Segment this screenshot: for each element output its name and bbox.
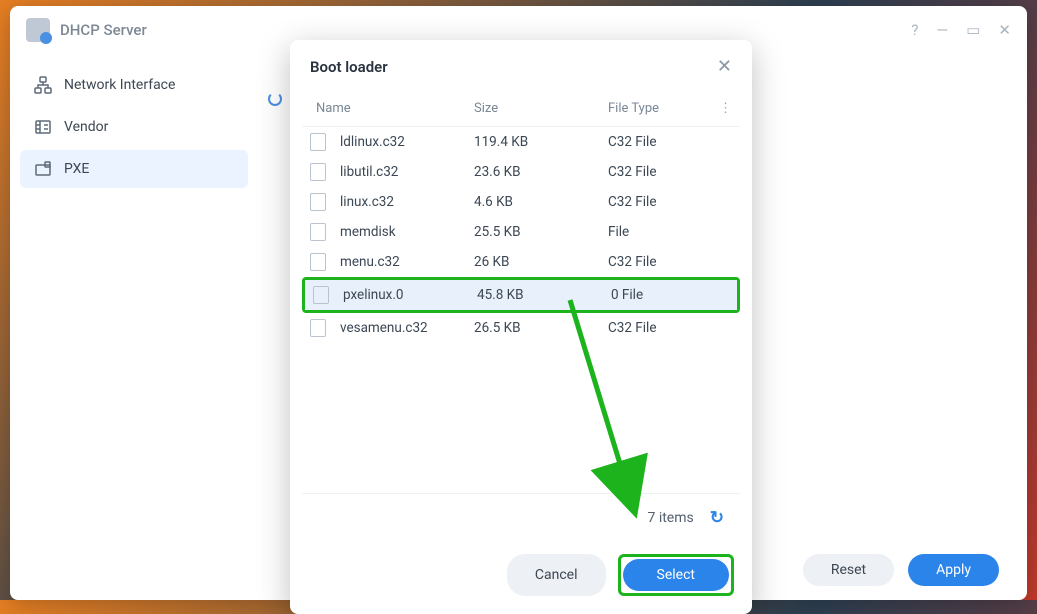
file-size: 23.6 KB	[474, 164, 608, 180]
dialog-header: Boot loader ✕	[290, 40, 752, 91]
file-name: menu.c32	[334, 254, 474, 270]
app-title: DHCP Server	[60, 21, 147, 39]
file-size: 4.6 KB	[474, 194, 608, 210]
close-icon[interactable]: ✕	[717, 56, 732, 77]
sidebar-item-label: Vendor	[64, 119, 108, 135]
table-row[interactable]: libutil.c32 23.6 KB C32 File	[302, 157, 740, 187]
help-icon[interactable]: ?	[911, 21, 918, 39]
minimize-icon[interactable]: —	[937, 21, 949, 39]
table-row[interactable]: linux.c32 4.6 KB C32 File	[302, 187, 740, 217]
table-footer: 7 items ↻	[302, 493, 740, 540]
file-name: pxelinux.0	[337, 287, 477, 303]
file-size: 45.8 KB	[477, 287, 611, 303]
sidebar-item-network-interface[interactable]: Network Interface	[20, 66, 248, 104]
file-icon	[310, 223, 326, 241]
file-name: libutil.c32	[334, 164, 474, 180]
reset-button[interactable]: Reset	[803, 554, 894, 586]
table-row[interactable]: ldlinux.c32 119.4 KB C32 File	[302, 127, 740, 157]
sidebar-item-label: Network Interface	[64, 77, 175, 93]
apply-button[interactable]: Apply	[908, 554, 999, 586]
col-name-header[interactable]: Name	[310, 101, 474, 116]
select-button[interactable]: Select	[623, 559, 729, 591]
file-type: File	[608, 224, 732, 240]
file-type: 0 File	[611, 287, 729, 303]
file-icon	[310, 253, 326, 271]
file-name: memdisk	[334, 224, 474, 240]
file-size: 26 KB	[474, 254, 608, 270]
file-type: C32 File	[608, 164, 732, 180]
boot-loader-dialog: Boot loader ✕ Name Size File Type ⋮ ldli…	[290, 40, 752, 614]
file-size: 25.5 KB	[474, 224, 608, 240]
window-controls: ? — ▭ ✕	[911, 21, 1011, 39]
file-icon	[313, 286, 329, 304]
footer-buttons: Reset Apply	[803, 554, 999, 586]
file-icon	[310, 133, 326, 151]
file-type: C32 File	[608, 134, 732, 150]
dialog-title: Boot loader	[310, 58, 388, 76]
table-row[interactable]: vesamenu.c32 26.5 KB C32 File	[302, 313, 740, 343]
file-name: ldlinux.c32	[334, 134, 474, 150]
dialog-footer: Cancel Select	[290, 540, 752, 614]
more-options-icon[interactable]: ⋮	[719, 101, 732, 116]
file-size: 119.4 KB	[474, 134, 608, 150]
cancel-button[interactable]: Cancel	[507, 554, 606, 596]
file-name: vesamenu.c32	[334, 320, 474, 336]
col-size-header[interactable]: Size	[474, 101, 608, 116]
item-count: 7 items	[647, 510, 693, 526]
maximize-icon[interactable]: ▭	[966, 21, 980, 39]
network-icon	[34, 76, 52, 94]
sidebar-item-vendor[interactable]: Vendor	[20, 108, 248, 146]
sidebar-item-pxe[interactable]: PXE	[20, 150, 248, 188]
file-name: linux.c32	[334, 194, 474, 210]
app-icon	[26, 18, 50, 42]
close-window-icon[interactable]: ✕	[998, 21, 1011, 39]
dialog-body: Name Size File Type ⋮ ldlinux.c32 119.4 …	[290, 91, 752, 540]
file-size: 26.5 KB	[474, 320, 608, 336]
sidebar-item-label: PXE	[64, 161, 89, 177]
vendor-icon	[34, 118, 52, 136]
highlight-select-button: Select	[618, 554, 734, 596]
file-icon	[310, 319, 326, 337]
table-row[interactable]: menu.c32 26 KB C32 File	[302, 247, 740, 277]
table-row[interactable]: memdisk 25.5 KB File	[302, 217, 740, 247]
file-icon	[310, 163, 326, 181]
loading-spinner-icon	[268, 92, 282, 106]
file-type: C32 File	[608, 320, 732, 336]
file-type: C32 File	[608, 194, 732, 210]
pxe-icon	[34, 160, 52, 178]
file-type: C32 File	[608, 254, 732, 270]
file-icon	[310, 193, 326, 211]
table-header: Name Size File Type ⋮	[302, 91, 740, 127]
sidebar: Network Interface Vendor PXE	[10, 54, 258, 600]
highlight-selected-row: pxelinux.0 45.8 KB 0 File	[302, 277, 740, 313]
col-type-header[interactable]: File Type	[608, 101, 719, 116]
refresh-icon[interactable]: ↻	[710, 508, 724, 528]
table-row[interactable]: pxelinux.0 45.8 KB 0 File	[305, 280, 737, 310]
